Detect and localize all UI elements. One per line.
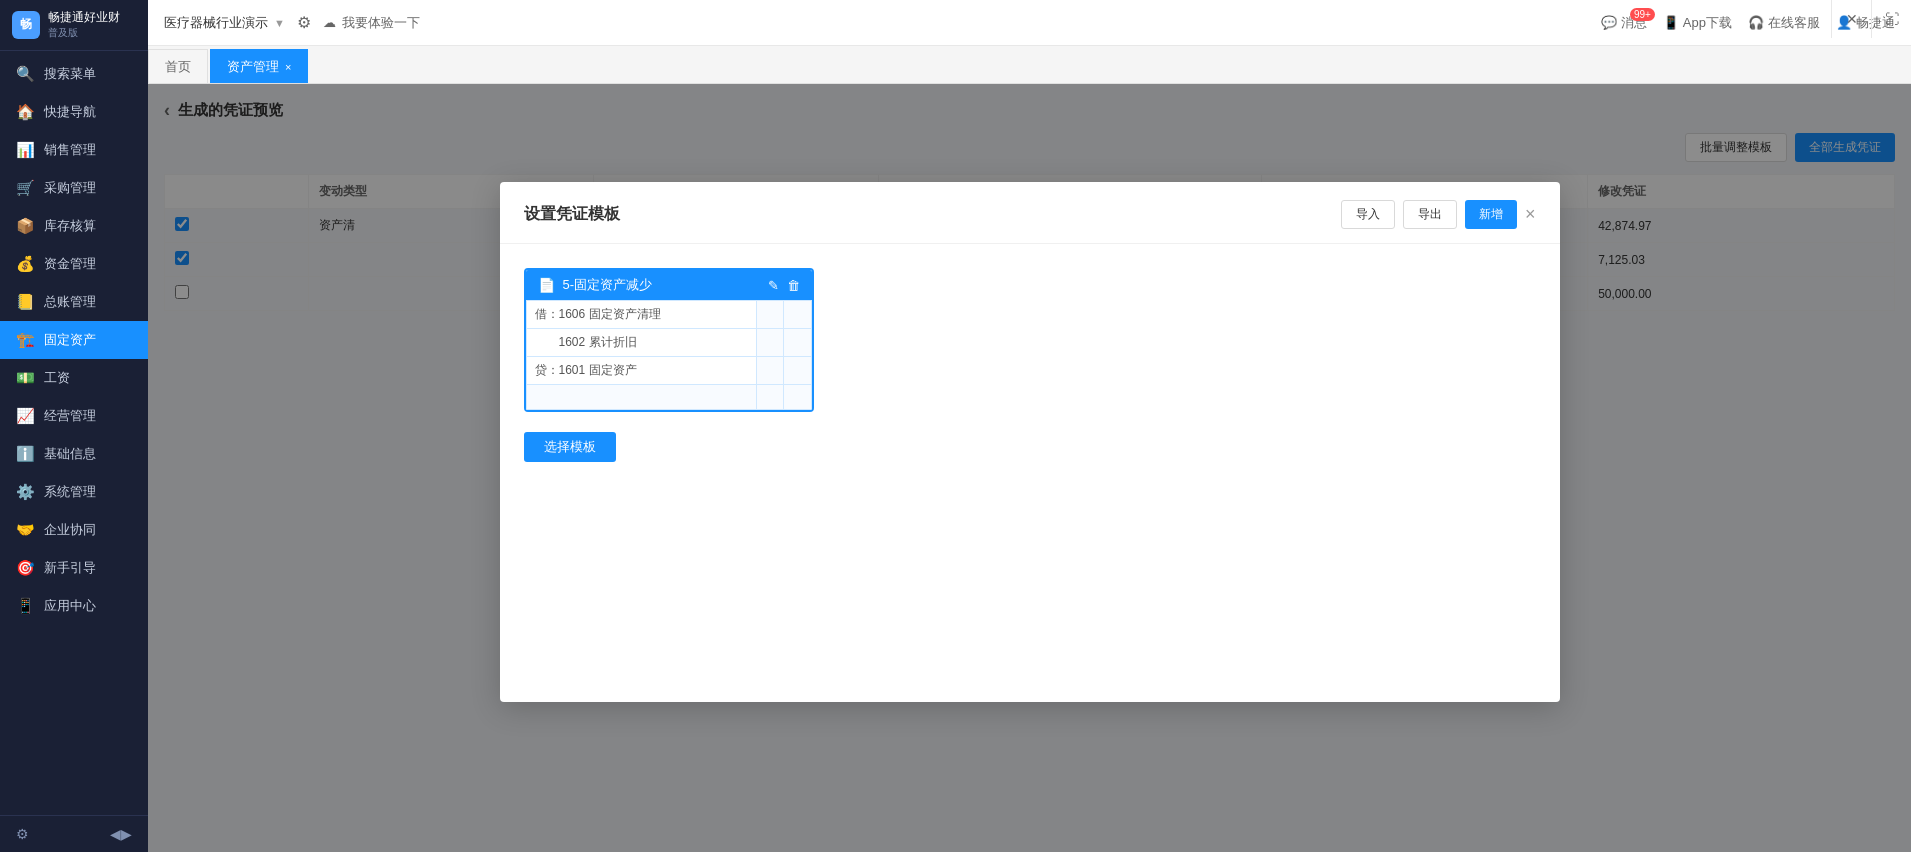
handshake-icon: 🤝 [16,521,34,539]
sidebar-item-fixed-assets[interactable]: 🏗️ 固定资产 [0,321,148,359]
experience-button[interactable]: ☁ 我要体验一下 [323,14,420,32]
entry-type-2: 1602 累计折旧 [526,329,756,357]
entry-credit-3 [784,357,811,385]
message-icon: 💬 [1601,15,1617,30]
tab-asset-management[interactable]: 资产管理 × [210,49,308,83]
entry-debit-1 [756,301,783,329]
sidebar-footer: ⚙ ◀▶ [0,815,148,852]
window-controls: ✕ ⛶ [1831,0,1911,38]
dialog-title: 设置凭证模板 [524,204,620,225]
sidebar-item-ledger[interactable]: 📒 总账管理 [0,283,148,321]
entry-credit-4 [784,385,811,410]
mobile-icon: 📱 [16,597,34,615]
dialog-close-button[interactable]: × [1525,204,1536,225]
template-card-header: 📄 5-固定资产减少 ✎ 🗑 [526,270,812,300]
home-icon: 🏠 [16,103,34,121]
dialog-set-voucher-template: 设置凭证模板 导入 导出 新增 × [500,182,1560,702]
info-icon: ℹ️ [16,445,34,463]
content-area: ‹ 生成的凭证预览 批量调整模板 全部生成凭证 变动类型 资产名称 固定资产原值 [148,84,1911,852]
app-logo-icon: 畅 [12,11,40,39]
sidebar-item-app-center[interactable]: 📱 应用中心 [0,587,148,625]
dialog-body: 📄 5-固定资产减少 ✎ 🗑 借：1606 固定资产清理 [500,244,1560,486]
tab-close-icon[interactable]: × [285,61,291,73]
template-row: 贷：1601 固定资产 [526,357,811,385]
sidebar-item-guide[interactable]: 🎯 新手引导 [0,549,148,587]
payroll-icon: 💵 [16,369,34,387]
sidebar-item-funds[interactable]: 💰 资金管理 [0,245,148,283]
search-icon: 🔍 [16,65,34,83]
cart-icon: 🛒 [16,179,34,197]
template-delete-icon[interactable]: 🗑 [787,278,800,293]
template-doc-icon: 📄 [538,277,555,293]
box-icon: 📦 [16,217,34,235]
online-service-button[interactable]: 🎧 在线客服 [1748,14,1820,32]
select-template-button[interactable]: 选择模板 [524,432,616,462]
sidebar-item-operations[interactable]: 📈 经营管理 [0,397,148,435]
tab-home[interactable]: 首页 [148,49,208,83]
sidebar-item-quick-nav[interactable]: 🏠 快捷导航 [0,93,148,131]
settings-footer-icon[interactable]: ⚙ [16,826,29,842]
app-container: 畅 畅捷通好业财 普及版 🔍 搜索菜单 🏠 快捷导航 📊 销售管理 🛒 [0,0,1911,852]
entry-type-1: 借：1606 固定资产清理 [526,301,756,329]
cloud-icon: ☁ [323,15,336,30]
company-name: 医疗器械行业演示 [164,14,268,32]
service-icon: 🎧 [1748,15,1764,30]
collapse-icon[interactable]: ◀▶ [110,826,132,842]
target-icon: 🎯 [16,559,34,577]
message-button[interactable]: 💬 消息 99+ [1601,14,1647,32]
sidebar-logo: 畅 畅捷通好业财 普及版 [0,0,148,51]
sidebar-item-payroll[interactable]: 💵 工资 [0,359,148,397]
maximize-window-button[interactable]: ⛶ [1871,0,1911,38]
header-settings-icon[interactable]: ⚙ [297,13,311,32]
template-card-actions: ✎ 🗑 [768,278,800,293]
sidebar: 畅 畅捷通好业财 普及版 🔍 搜索菜单 🏠 快捷导航 📊 销售管理 🛒 [0,0,148,852]
app-logo-text: 畅捷通好业财 普及版 [48,10,120,40]
header-right: 💬 消息 99+ 📱 App下载 🎧 在线客服 👤 畅捷通 ✕ [1601,14,1895,32]
template-edit-icon[interactable]: ✎ [768,278,779,293]
template-row: 借：1606 固定资产清理 [526,301,811,329]
message-badge: 99+ [1630,8,1655,21]
sidebar-nav: 🔍 搜索菜单 🏠 快捷导航 📊 销售管理 🛒 采购管理 📦 库存核算 💰 [0,51,148,815]
template-row [526,385,811,410]
download-icon: 📱 [1663,15,1679,30]
main-area: 医疗器械行业演示 ▼ ⚙ ☁ 我要体验一下 💬 消息 99+ 📱 App下载 [148,0,1911,852]
operations-icon: 📈 [16,407,34,425]
chart-icon: 📊 [16,141,34,159]
import-button[interactable]: 导入 [1341,200,1395,229]
dialog-header: 设置凭证模板 导入 导出 新增 × [500,182,1560,244]
new-template-button[interactable]: 新增 [1465,200,1517,229]
ledger-icon: 📒 [16,293,34,311]
company-selector[interactable]: 医疗器械行业演示 ▼ [164,14,285,32]
entry-type-3: 贷：1601 固定资产 [526,357,756,385]
dialog-toolbar: 导入 导出 新增 [1341,200,1517,229]
sidebar-item-purchase[interactable]: 🛒 采购管理 [0,169,148,207]
template-card-header-left: 📄 5-固定资产减少 [538,276,653,294]
sidebar-item-inventory[interactable]: 📦 库存核算 [0,207,148,245]
sidebar-item-basic-info[interactable]: ℹ️ 基础信息 [0,435,148,473]
header: 医疗器械行业演示 ▼ ⚙ ☁ 我要体验一下 💬 消息 99+ 📱 App下载 [148,0,1911,46]
entry-type-4 [526,385,756,410]
app-download-button[interactable]: 📱 App下载 [1663,14,1732,32]
close-window-button[interactable]: ✕ [1831,0,1871,38]
building-icon: 🏗️ [16,331,34,349]
entry-debit-4 [756,385,783,410]
sidebar-item-enterprise[interactable]: 🤝 企业协同 [0,511,148,549]
template-card-fixed-assets-decrease: 📄 5-固定资产减少 ✎ 🗑 借：1606 固定资产清理 [524,268,814,412]
entry-credit-2 [784,329,811,357]
entry-debit-3 [756,357,783,385]
template-table: 借：1606 固定资产清理 1602 累计折旧 [526,300,812,410]
template-row: 1602 累计折旧 [526,329,811,357]
export-button[interactable]: 导出 [1403,200,1457,229]
gear-icon: ⚙️ [16,483,34,501]
tabs-bar: 首页 资产管理 × [148,46,1911,84]
company-chevron-icon: ▼ [274,17,285,29]
sidebar-item-sales[interactable]: 📊 销售管理 [0,131,148,169]
template-card-title: 5-固定资产减少 [563,276,653,294]
sidebar-item-system[interactable]: ⚙️ 系统管理 [0,473,148,511]
sidebar-item-search[interactable]: 🔍 搜索菜单 [0,55,148,93]
money-icon: 💰 [16,255,34,273]
entry-debit-2 [756,329,783,357]
entry-credit-1 [784,301,811,329]
